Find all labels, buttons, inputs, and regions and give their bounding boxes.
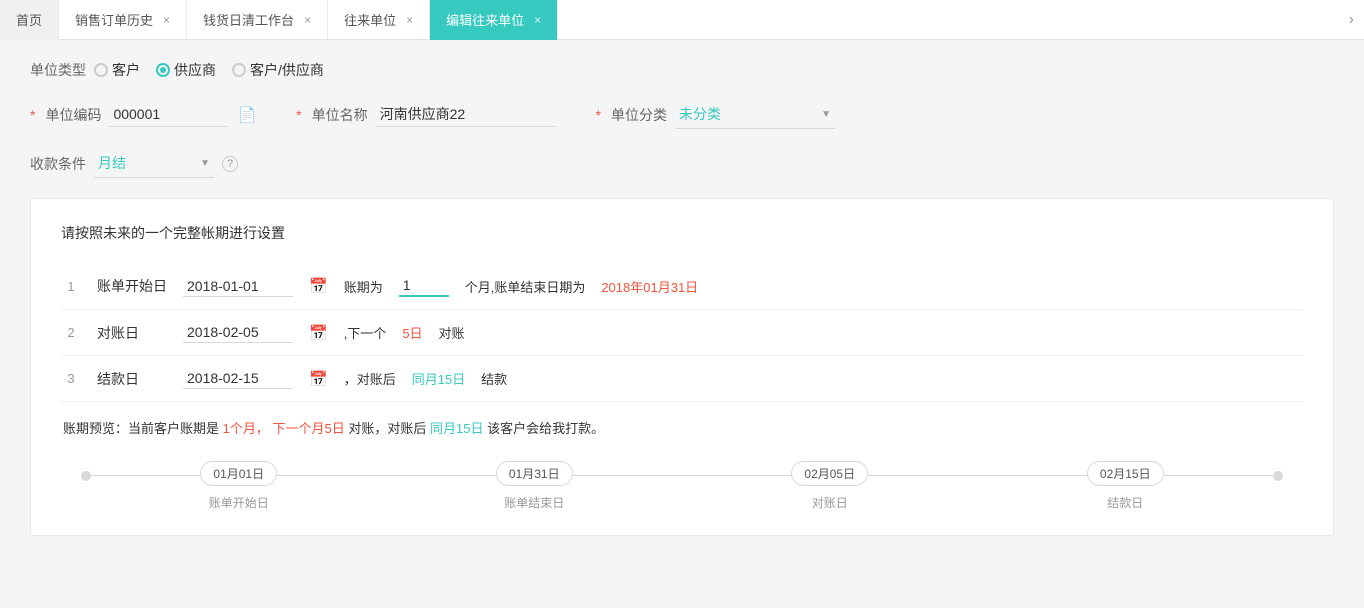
card-title: 请按照未来的一个完整帐期进行设置 [61,223,1303,243]
unit-code-required: * [30,107,35,123]
tab-close-sales-order-history[interactable]: × [163,13,170,27]
timeline-label-3: 对账日 [812,494,848,511]
unit-name-required: * [296,107,301,123]
tab-cash-reconciliation[interactable]: 钱货日清工作台 × [187,0,328,40]
radio-customer[interactable]: 客户 [94,60,140,80]
reconcile-date-cal-icon[interactable]: 📅 [309,324,328,342]
radio-circle-supplier [156,63,170,77]
unit-category-required: * [596,107,601,123]
unit-info-row: * 单位编码 📄 * 单位名称 * 单位分类 未分类 ▼ [30,100,1334,129]
row-label-2: 对账日 [97,323,167,343]
unit-code-item: * 单位编码 📄 [30,102,256,127]
preview-1: 1个月， [223,421,269,436]
setting-row-1: 1 账单开始日 📅 账期为 个月,账单结束日期为 2018年01月31日 [61,263,1303,310]
payment-highlight: 同月15日 [412,369,465,388]
payment-terms-row: 收款条件 月结 ▼ ? [30,149,1334,178]
unit-category-arrow-icon: ▼ [821,109,831,120]
preview-4: 同月15日 [430,421,483,436]
unit-category-select[interactable]: 未分类 ▼ [675,100,835,129]
unit-category-value: 未分类 [679,104,815,124]
tabs-scroll-arrow[interactable]: › [1339,11,1364,29]
payment-terms-arrow-icon: ▼ [200,158,210,169]
row-label-1: 账单开始日 [97,276,167,296]
period-label-prefix: 账期为 [344,277,383,296]
timeline-label-4: 结款日 [1107,494,1143,511]
unit-code-label: 单位编码 [45,105,101,125]
tab-home[interactable]: 首页 [0,0,59,40]
reconcile-highlight: 5日 [402,323,422,342]
unit-name-label: 单位名称 [312,105,368,125]
unit-type-radio-group: 客户 供应商 客户/供应商 [94,60,324,80]
setting-row-2: 2 对账日 📅 ,下一个 5日 对账 [61,310,1303,356]
tab-sales-order-history[interactable]: 销售订单历史 × [59,0,187,40]
timeline-items: 01月01日 账单开始日 01月31日 账单结束日 02月05日 对账日 [91,461,1273,511]
setting-row-3: 3 结款日 📅 ，对账后 同月15日 结款 [61,356,1303,402]
timeline-point-1: 01月01日 账单开始日 [200,461,277,511]
reconcile-desc-prefix: ,下一个 [344,323,387,342]
tab-close-cash-reconciliation[interactable]: × [304,13,311,27]
start-date-input[interactable] [183,276,293,297]
payment-desc-prefix: ，对账后 [344,369,396,388]
radio-circle-customer [94,63,108,77]
payment-terms-value: 月结 [98,153,194,173]
unit-code-copy-icon[interactable]: 📄 [237,106,256,124]
preview-2: 下一个月5日 [273,421,345,436]
unit-type-row: 单位类型 客户 供应商 客户/供应商 [30,60,1334,80]
row-num-1: 1 [61,279,81,294]
timeline-point-2: 01月31日 账单结束日 [496,461,573,511]
timeline-container: 01月01日 账单开始日 01月31日 账单结束日 02月05日 对账日 [61,461,1303,511]
timeline-label-2: 账单结束日 [504,494,564,511]
payment-terms-help-icon[interactable]: ? [222,156,238,172]
tab-close-partner-units[interactable]: × [406,13,413,27]
unit-name-input[interactable] [376,102,556,127]
payment-date-input[interactable] [183,368,293,389]
row-num-3: 3 [61,371,81,386]
radio-circle-customer-supplier [232,63,246,77]
payment-terms-item: 收款条件 月结 ▼ ? [30,149,238,178]
timeline-badge-1: 01月01日 [200,461,277,486]
payment-terms-label: 收款条件 [30,154,86,174]
start-date-cal-icon[interactable]: 📅 [309,277,328,295]
preview-3: 对账，对账后 [348,421,426,436]
unit-category-item: * 单位分类 未分类 ▼ [596,100,835,129]
timeline-point-3: 02月05日 对账日 [791,461,868,511]
unit-code-input[interactable] [109,102,229,127]
unit-category-label: 单位分类 [611,105,667,125]
radio-supplier[interactable]: 供应商 [156,60,216,80]
content-area: 单位类型 客户 供应商 客户/供应商 * 单位编码 [0,40,1364,608]
row-label-3: 结款日 [97,369,167,389]
tab-close-edit-partner-unit[interactable]: × [534,13,541,27]
radio-customer-supplier[interactable]: 客户/供应商 [232,60,324,80]
payment-desc-suffix: 结款 [481,369,507,388]
reconcile-date-input[interactable] [183,322,293,343]
unit-type-label: 单位类型 [30,60,86,80]
preview-5: 该客户会给我打款。 [487,421,604,436]
tabs-bar: 首页 销售订单历史 × 钱货日清工作台 × 往来单位 × 编辑往来单位 × › [0,0,1364,40]
tab-edit-partner-unit[interactable]: 编辑往来单位 × [430,0,558,40]
tab-partner-units[interactable]: 往来单位 × [328,0,430,40]
timeline-end-dot [1273,471,1283,481]
timeline-label-1: 账单开始日 [209,494,269,511]
timeline-point-4: 02月15日 结款日 [1087,461,1164,511]
period-end-date: 2018年01月31日 [601,277,698,296]
period-value-input[interactable] [399,275,449,297]
row-num-2: 2 [61,325,81,340]
settings-card: 请按照未来的一个完整帐期进行设置 1 账单开始日 📅 账期为 个月,账单结束日期… [30,198,1334,536]
timeline-points: 01月01日 账单开始日 01月31日 账单结束日 02月05日 对账日 [91,461,1273,511]
unit-type-item: 单位类型 客户 供应商 客户/供应商 [30,60,324,80]
preview-text: 账期预览：当前客户账期是 1个月， 下一个月5日 对账，对账后 同月15日 该客… [61,418,1303,437]
timeline-badge-2: 01月31日 [496,461,573,486]
period-label-suffix: 个月,账单结束日期为 [465,277,586,296]
timeline-badge-4: 02月15日 [1087,461,1164,486]
payment-terms-select[interactable]: 月结 ▼ [94,149,214,178]
timeline-badge-3: 02月05日 [791,461,868,486]
preview-label: 账期预览：当前客户账期是 [63,421,219,436]
reconcile-desc-suffix: 对账 [439,323,465,342]
timeline-start-dot [81,471,91,481]
payment-date-cal-icon[interactable]: 📅 [309,370,328,388]
unit-name-item: * 单位名称 [296,102,555,127]
